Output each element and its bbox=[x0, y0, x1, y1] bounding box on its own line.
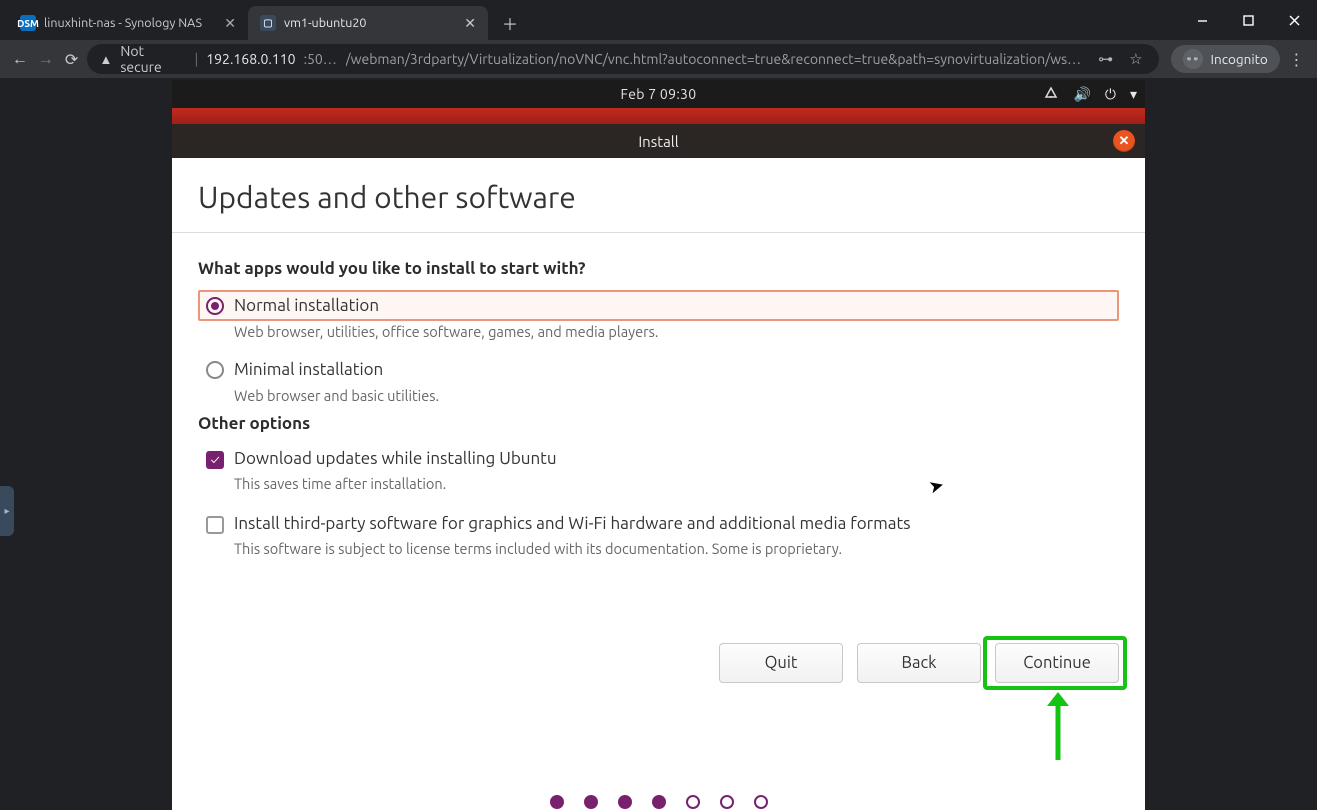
incognito-badge[interactable]: 👓 Incognito bbox=[1171, 45, 1280, 73]
nav-back-button[interactable]: ← bbox=[10, 45, 30, 73]
window-maximize-button[interactable] bbox=[1225, 4, 1271, 36]
omnibox[interactable]: ▲ Not secure | 192.168.0.110 :5000/webman… bbox=[87, 44, 1158, 74]
tab-vm1-ubuntu20[interactable]: ▢ vm1-ubuntu20 ✕ bbox=[248, 6, 488, 40]
url-host: 192.168.0.110 bbox=[206, 51, 295, 67]
novnc-panel-handle[interactable]: ▸ bbox=[0, 486, 14, 536]
incognito-icon: 👓 bbox=[1183, 49, 1203, 69]
continue-button-label: Continue bbox=[1023, 654, 1091, 672]
radio-icon bbox=[206, 361, 224, 379]
quit-button[interactable]: Quit bbox=[719, 643, 843, 683]
url-path: /webman/3rdparty/Virtualization/noVNC/vn… bbox=[346, 51, 1087, 67]
page-title: Updates and other software bbox=[198, 180, 1119, 214]
window-controls bbox=[1179, 0, 1317, 40]
bookmark-star-icon[interactable]: ☆ bbox=[1125, 50, 1146, 68]
radio-label: Normal installation bbox=[234, 296, 379, 315]
annotation-arrow-icon bbox=[1043, 692, 1073, 762]
window-minimize-button[interactable] bbox=[1179, 4, 1225, 36]
progress-dot bbox=[686, 795, 700, 809]
question-apps: What apps would you like to install to s… bbox=[198, 259, 1119, 278]
viewport: ▸ Feb 7 09:30 🔊 ⏻ ▾ Install ✕ Updates an… bbox=[0, 78, 1317, 810]
checkbox-download-updates-desc: This saves time after installation. bbox=[234, 475, 1119, 492]
power-icon: ⏻ bbox=[1105, 86, 1116, 103]
installer-body: Updates and other software What apps wou… bbox=[172, 158, 1145, 810]
tabstrip: DSM linuxhint-nas - Synology NAS ✕ ▢ vm1… bbox=[0, 0, 1317, 40]
checkbox-download-updates[interactable]: ✓ Download updates while installing Ubun… bbox=[198, 445, 1119, 473]
installer-titlebar: Install ✕ bbox=[172, 124, 1145, 158]
incognito-label: Incognito bbox=[1211, 51, 1268, 67]
nav-forward-button[interactable]: → bbox=[36, 45, 56, 73]
installer-window-title: Install bbox=[638, 133, 678, 150]
desktop-wallpaper-stripe bbox=[172, 108, 1145, 124]
favicon-dsm-icon: DSM bbox=[20, 15, 36, 31]
site-security-icon[interactable]: ▲ bbox=[99, 52, 112, 67]
url-port: :5000 bbox=[304, 51, 338, 67]
tab-synology[interactable]: DSM linuxhint-nas - Synology NAS ✕ bbox=[8, 6, 248, 40]
checkbox-thirdparty-desc: This software is subject to license term… bbox=[234, 540, 1119, 557]
browser-menu-button[interactable]: ⋮ bbox=[1286, 50, 1307, 69]
progress-dot bbox=[720, 795, 734, 809]
checkbox-icon: ✓ bbox=[206, 451, 224, 469]
installer-close-button[interactable]: ✕ bbox=[1113, 130, 1135, 152]
browser-toolbar: ← → ⟳ ▲ Not secure | 192.168.0.110 :5000 /… bbox=[0, 40, 1317, 78]
radio-minimal-install[interactable]: Minimal installation bbox=[198, 354, 1119, 385]
title-separator bbox=[172, 232, 1145, 233]
quit-button-label: Quit bbox=[765, 654, 798, 672]
checkbox-icon bbox=[206, 516, 224, 534]
tab-title: linuxhint-nas - Synology NAS bbox=[44, 16, 216, 30]
volume-icon: 🔊 bbox=[1073, 86, 1090, 103]
question-other: Other options bbox=[198, 414, 1119, 433]
checkbox-label: Install third-party software for graphic… bbox=[234, 514, 911, 533]
progress-dot bbox=[550, 795, 564, 809]
network-icon bbox=[1043, 86, 1059, 103]
progress-dot bbox=[652, 795, 666, 809]
checkbox-label: Download updates while installing Ubuntu bbox=[234, 449, 557, 468]
radio-minimal-desc: Web browser and basic utilities. bbox=[234, 387, 1119, 404]
radio-icon bbox=[206, 297, 224, 315]
window-close-button[interactable] bbox=[1271, 4, 1317, 36]
checkbox-thirdparty[interactable]: Install third-party software for graphic… bbox=[198, 510, 1119, 538]
radio-label: Minimal installation bbox=[234, 360, 383, 379]
site-security-label: Not secure bbox=[120, 43, 186, 75]
back-button[interactable]: Back bbox=[857, 643, 981, 683]
gnome-clock[interactable]: Feb 7 09:30 bbox=[621, 86, 697, 102]
close-tab-icon[interactable]: ✕ bbox=[464, 15, 476, 32]
continue-button[interactable]: Continue bbox=[995, 643, 1119, 683]
close-tab-icon[interactable]: ✕ bbox=[224, 15, 236, 32]
progress-dot bbox=[618, 795, 632, 809]
gnome-system-menu[interactable]: 🔊 ⏻ ▾ bbox=[1043, 80, 1137, 108]
favicon-vnc-icon: ▢ bbox=[260, 15, 276, 31]
radio-normal-desc: Web browser, utilities, office software,… bbox=[234, 323, 1119, 340]
tab-title: vm1-ubuntu20 bbox=[284, 16, 456, 30]
vm-screen: Feb 7 09:30 🔊 ⏻ ▾ Install ✕ Updates and … bbox=[172, 80, 1145, 810]
progress-dot bbox=[584, 795, 598, 809]
gnome-top-bar: Feb 7 09:30 🔊 ⏻ ▾ bbox=[172, 80, 1145, 108]
back-button-label: Back bbox=[902, 654, 937, 672]
progress-dots bbox=[550, 795, 768, 809]
chevron-down-icon: ▾ bbox=[1130, 86, 1137, 103]
progress-dot bbox=[754, 795, 768, 809]
nav-reload-button[interactable]: ⟳ bbox=[62, 45, 82, 73]
omnibox-separator: | bbox=[194, 51, 198, 67]
new-tab-button[interactable]: ＋ bbox=[496, 9, 524, 37]
installer-buttons: Quit Back Continue bbox=[719, 643, 1119, 683]
password-key-icon[interactable]: ⊶ bbox=[1094, 50, 1117, 68]
radio-normal-install[interactable]: Normal installation bbox=[198, 290, 1119, 321]
